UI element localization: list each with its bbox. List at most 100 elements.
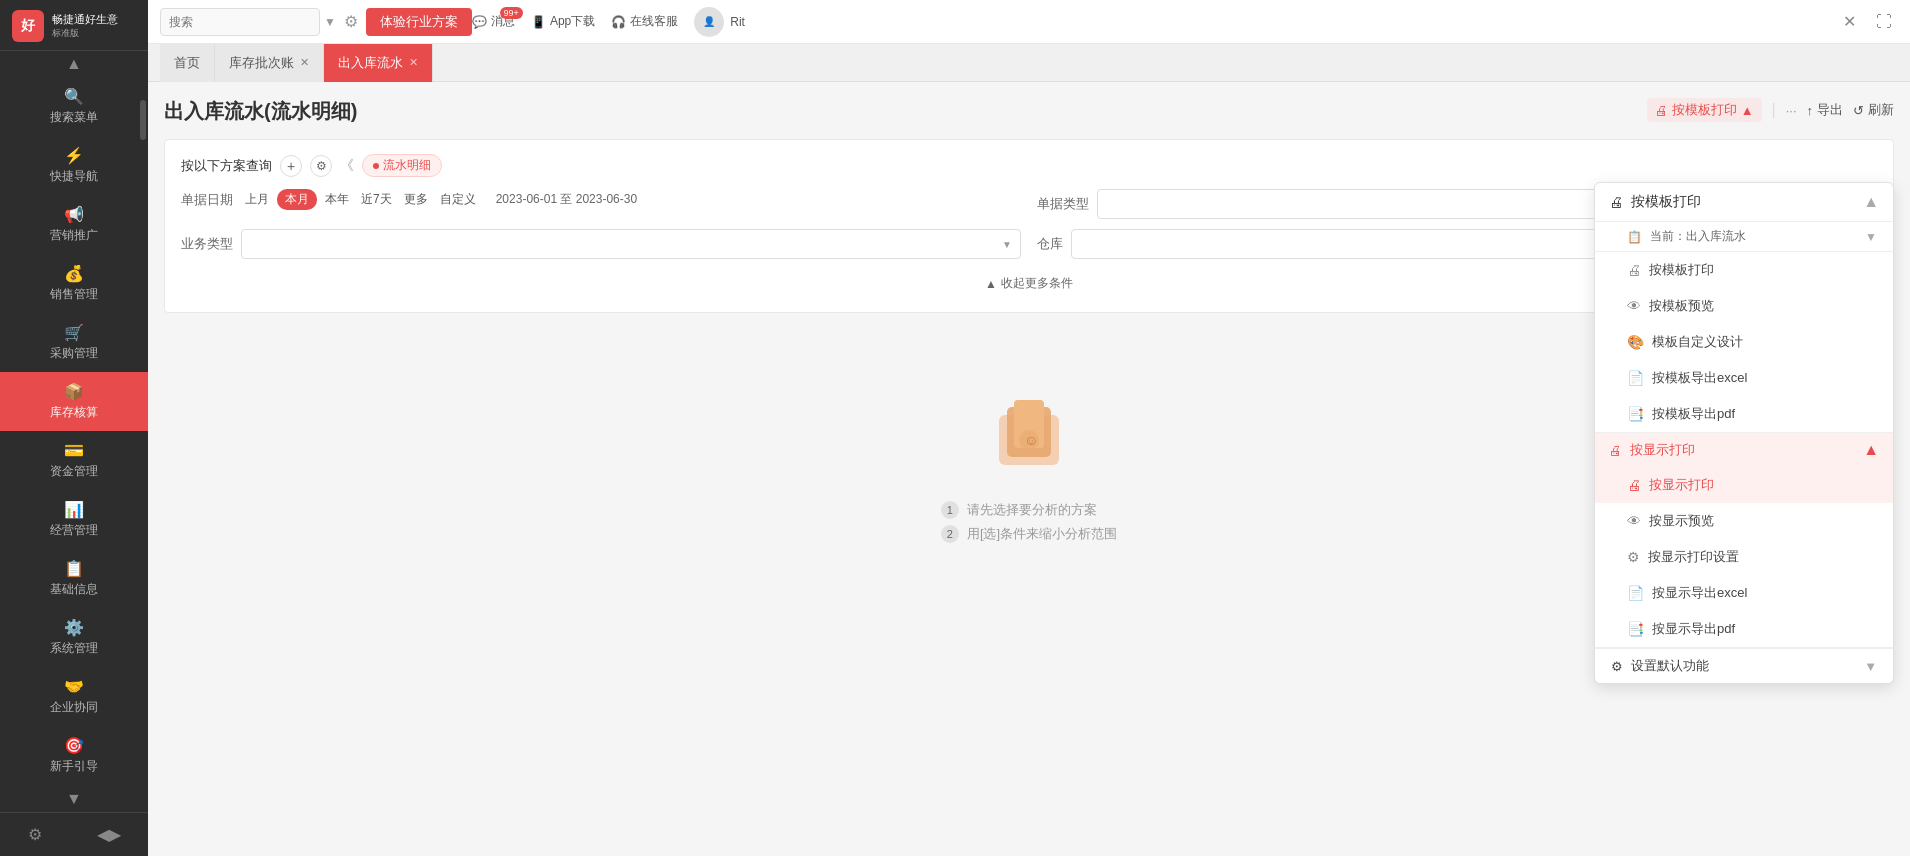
topbar-dropdown-arrow[interactable]: ▼ [324, 15, 336, 29]
sidebar-scrollbar[interactable] [140, 100, 146, 140]
dp-item-display-settings[interactable]: ⚙ 按显示打印设置 [1595, 539, 1893, 575]
date-btn-7days[interactable]: 近7天 [357, 189, 396, 210]
dp-template-pdf-label: 按模板导出pdf [1652, 405, 1735, 423]
dp-item-template-excel[interactable]: 📄 按模板导出excel [1595, 360, 1893, 396]
sidebar-settings-btn[interactable]: ⚙ [20, 821, 50, 848]
online-service-label: 在线客服 [630, 13, 678, 30]
gear-circle-icon: ⚙️ [64, 618, 84, 637]
phone-icon: 📱 [531, 15, 546, 29]
sidebar-item-basic[interactable]: 📋 基础信息 [0, 549, 148, 608]
date-btn-this-month[interactable]: 本月 [277, 189, 317, 210]
online-service-area[interactable]: 🎧 在线客服 [611, 13, 678, 30]
dp-display-excel-label: 按显示导出excel [1652, 584, 1747, 602]
dp-display-section: 🖨 按显示打印 👁 按显示预览 ⚙ 按显示打印设置 📄 按显示导出excel 📑 [1595, 467, 1893, 647]
refresh-button[interactable]: ↺ 刷新 [1853, 101, 1894, 119]
sidebar-item-coop[interactable]: 🤝 企业协同 [0, 667, 148, 726]
sidebar-item-purchase[interactable]: 🛒 采购管理 [0, 313, 148, 372]
sidebar-item-quick-nav[interactable]: ⚡ 快捷导航 [0, 136, 148, 195]
dp-item-display-excel[interactable]: 📄 按显示导出excel [1595, 575, 1893, 611]
logo-icon: 好 [12, 10, 44, 42]
toolbar-more-options[interactable]: ··· [1786, 103, 1797, 118]
cart-icon: 🛒 [64, 323, 84, 342]
money-icon: 💰 [64, 264, 84, 283]
filter-add-button[interactable]: + [280, 155, 302, 177]
dp-item-display-pdf[interactable]: 📑 按显示导出pdf [1595, 611, 1893, 647]
tab-batch-account[interactable]: 库存批次账 ✕ [215, 44, 324, 82]
app-badge: 标准版 [52, 27, 118, 40]
topbar-gear-icon[interactable]: ⚙ [344, 12, 358, 31]
dp-template-preview-icon: 👁 [1627, 298, 1641, 314]
dp-display-settings-label: 按显示打印设置 [1648, 548, 1739, 566]
sidebar-bottom: ⚙ ◀▶ [0, 812, 148, 856]
tab-inout-flow-close[interactable]: ✕ [409, 56, 418, 69]
dp-display-section-left: 🖨 按显示打印 [1609, 441, 1695, 459]
search-icon: 🔍 [64, 87, 84, 106]
dp-footer-arrow: ▼ [1864, 659, 1877, 674]
window-controls: ✕ ⛶ [1837, 10, 1898, 33]
close-window-btn[interactable]: ✕ [1837, 10, 1862, 33]
step-2-text: 用[选]条件来缩小分析范围 [967, 525, 1117, 543]
tab-home-label: 首页 [174, 54, 200, 72]
dp-item-display-print[interactable]: 🖨 按显示打印 [1595, 467, 1893, 503]
sidebar-nav: 🔍 搜索菜单 ⚡ 快捷导航 📢 营销推广 💰 销售管理 🛒 采购管理 📦 库存核… [0, 77, 148, 786]
sidebar-item-search[interactable]: 🔍 搜索菜单 [0, 77, 148, 136]
print-template-label: 按模板打印 [1672, 101, 1737, 119]
empty-image: ☺ [979, 385, 1079, 485]
sidebar-item-system[interactable]: ⚙️ 系统管理 [0, 608, 148, 667]
date-range-display: 2023-06-01 至 2023-06-30 [496, 191, 637, 208]
tab-batch-account-close[interactable]: ✕ [300, 56, 309, 69]
dp-item-template-preview[interactable]: 👁 按模板预览 [1595, 288, 1893, 324]
date-btn-custom[interactable]: 自定义 [436, 189, 480, 210]
svg-text:☺: ☺ [1024, 432, 1038, 448]
dp-item-display-preview[interactable]: 👁 按显示预览 [1595, 503, 1893, 539]
maximize-window-btn[interactable]: ⛶ [1870, 11, 1898, 33]
sidebar-item-guide[interactable]: 🎯 新手引导 [0, 726, 148, 785]
dp-display-collapse-icon[interactable]: ▲ [1863, 441, 1879, 459]
dp-template-custom-icon: 🎨 [1627, 334, 1644, 350]
date-btn-last-month[interactable]: 上月 [241, 189, 273, 210]
sidebar-item-sales[interactable]: 💰 销售管理 [0, 254, 148, 313]
sidebar-item-finance[interactable]: 💳 资金管理 [0, 431, 148, 490]
sidebar-item-marketing[interactable]: 📢 营销推广 [0, 195, 148, 254]
topbar-right: 💬 消息 99+ 📱 App下载 🎧 在线客服 👤 Rit [472, 7, 745, 37]
topbar-search-input[interactable] [160, 8, 320, 36]
user-area[interactable]: 👤 Rit [694, 7, 745, 37]
dp-collapse-icon[interactable]: ▲ [1863, 193, 1879, 211]
collapse-label: 收起更多条件 [1001, 275, 1073, 292]
dp-template-excel-label: 按模板导出excel [1652, 369, 1747, 387]
date-btn-more[interactable]: 更多 [400, 189, 432, 210]
sidebar-collapse-btn[interactable]: ◀▶ [89, 821, 129, 848]
filter-group-biztype: 业务类型 ▼ [181, 229, 1021, 259]
sidebar-scroll-down[interactable]: ▼ [0, 786, 148, 812]
export-button[interactable]: ↑ 导出 [1807, 101, 1844, 119]
tab-batch-account-label: 库存批次账 [229, 54, 294, 72]
dp-item-template-custom[interactable]: 🎨 模板自定义设计 [1595, 324, 1893, 360]
user-name: Rit [730, 15, 745, 29]
dp-item-template-print[interactable]: 🖨 按模板打印 [1595, 252, 1893, 288]
dp-display-section-label: 按显示打印 [1630, 441, 1695, 459]
step-num-2: 2 [941, 525, 959, 543]
date-btn-this-year[interactable]: 本年 [321, 189, 353, 210]
filter-settings-button[interactable]: ⚙ [310, 155, 332, 177]
notification-area[interactable]: 💬 消息 99+ [472, 13, 515, 30]
chevron-up-icon-filter: ▲ [985, 277, 997, 291]
filter-tag-label: 流水明细 [383, 157, 431, 174]
tab-home[interactable]: 首页 [160, 44, 215, 82]
trial-button[interactable]: 体验行业方案 [366, 8, 472, 36]
dp-item-template-pdf[interactable]: 📑 按模板导出pdf [1595, 396, 1893, 432]
dp-footer[interactable]: ⚙ 设置默认功能 ▼ [1595, 648, 1893, 683]
megaphone-icon: 📢 [64, 205, 84, 224]
sidebar-item-business[interactable]: 📊 经营管理 [0, 490, 148, 549]
sidebar-scroll-up[interactable]: ▲ [0, 51, 148, 77]
tab-inout-flow[interactable]: 出入库流水 ✕ [324, 44, 433, 82]
print-template-button[interactable]: 🖨 按模板打印 ▲ [1647, 98, 1762, 122]
filter-collapse-button[interactable]: 《 [340, 157, 354, 175]
biztype-select[interactable]: ▼ [241, 229, 1021, 259]
sidebar-item-inventory[interactable]: 📦 库存核算 [0, 372, 148, 431]
dp-display-section-header[interactable]: 🖨 按显示打印 ▲ [1595, 433, 1893, 467]
app-download-area[interactable]: 📱 App下载 [531, 13, 595, 30]
printer-icon: 🖨 [1655, 103, 1668, 118]
print-dropdown-panel: 🖨 按模板打印 ▲ 📋 当前：出入库流水 ▼ 🖨 按模板打印 [1594, 182, 1894, 684]
doctype-label: 单据类型 [1037, 195, 1089, 213]
dp-current: 📋 当前：出入库流水 ▼ [1595, 222, 1893, 251]
